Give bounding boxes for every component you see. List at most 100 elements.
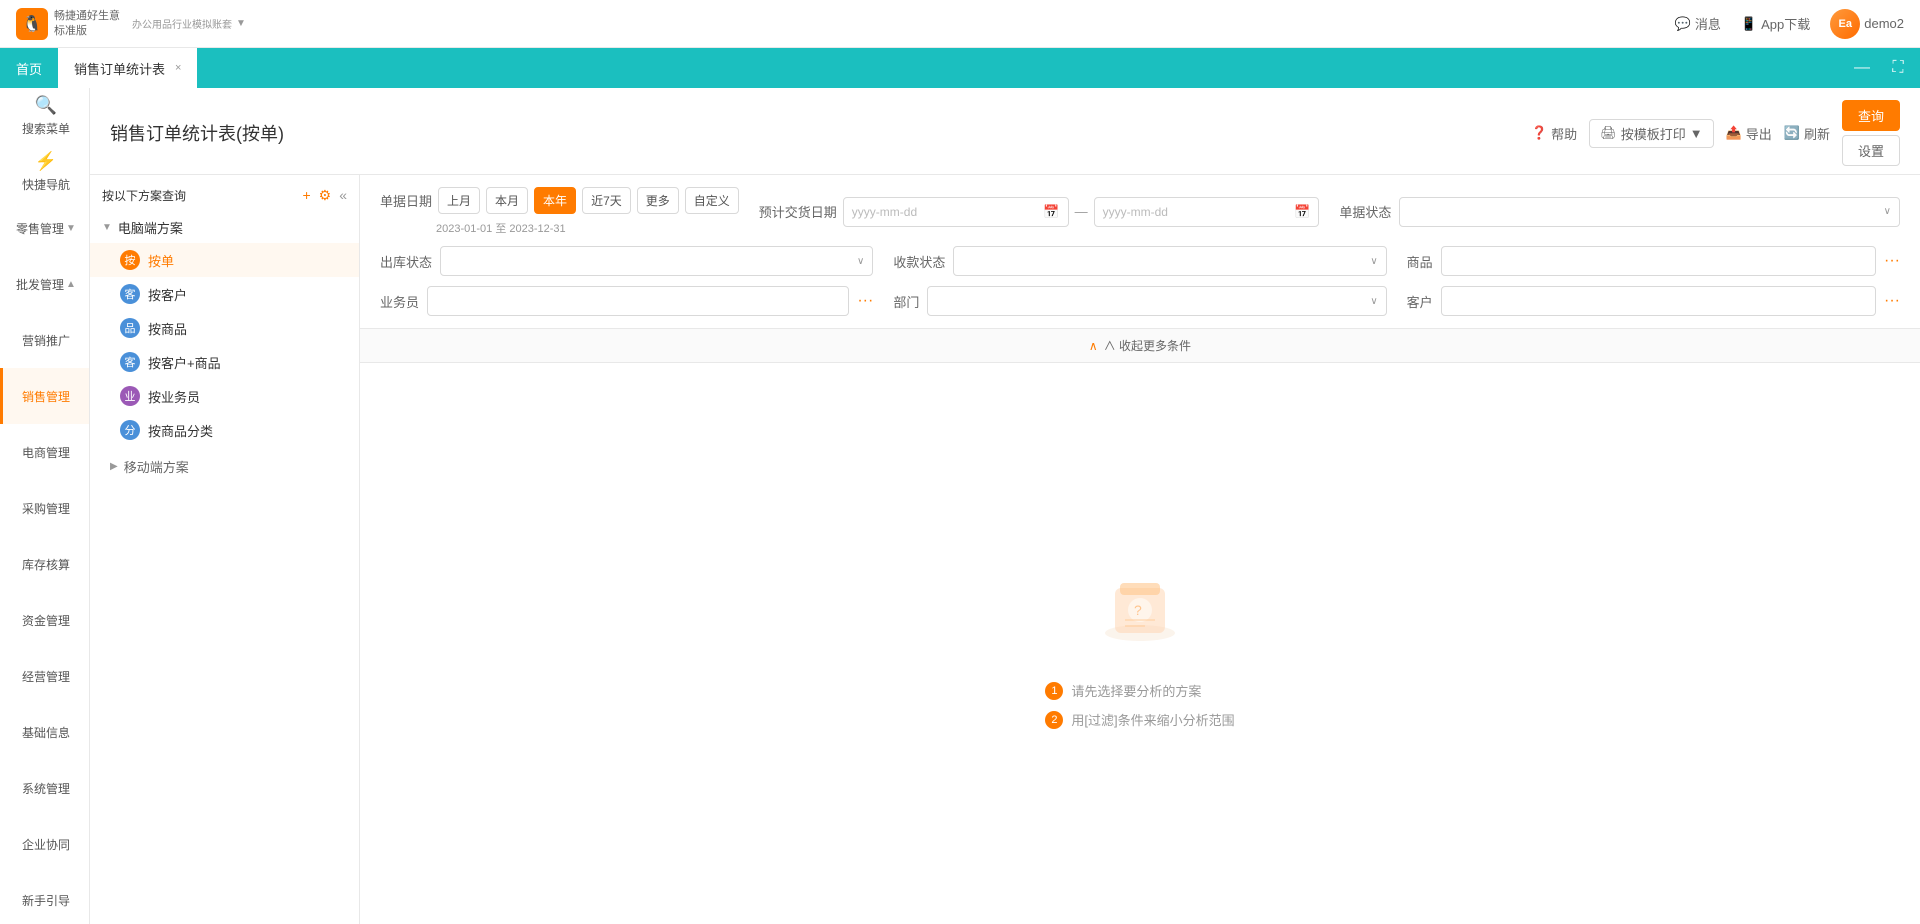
minimize-icon[interactable]: — xyxy=(1848,54,1876,82)
status-select[interactable]: ∨ xyxy=(1399,197,1900,227)
app-download-action[interactable]: 📱 App下载 xyxy=(1741,14,1810,33)
salesperson-input[interactable] xyxy=(427,286,849,316)
filter-row-3: 业务员 ··· 部门 ∨ 客户 xyxy=(380,286,1900,316)
delivery-arrow-icon: ∨ xyxy=(857,256,864,267)
export-action[interactable]: 📤 导出 xyxy=(1726,124,1772,143)
delivery-status-select[interactable]: ∨ xyxy=(440,246,873,276)
by-goods-category-icon: 分 xyxy=(120,420,140,440)
sidebar-item-sales[interactable]: 销售管理 xyxy=(0,368,89,424)
goods-ellipsis-icon[interactable]: ··· xyxy=(1884,252,1900,270)
filter-goods-group: 商品 ··· xyxy=(1407,246,1900,276)
sidebar-item-ecommerce[interactable]: 电商管理 xyxy=(0,424,89,480)
left-panel: 按以下方案查询 + ⚙ « ▼ 电脑端方案 按 按单 xyxy=(90,175,360,924)
sidebar-item-search-menu[interactable]: 🔍 搜索菜单 xyxy=(0,88,89,144)
filter-row-1: 单据日期 上月 本月 本年 近7天 更多 自定义 2023-01-01 至 20… xyxy=(380,187,1900,236)
tab-sales-order-stats[interactable]: 销售订单统计表 × xyxy=(58,48,197,88)
customer-input[interactable] xyxy=(1441,286,1876,316)
filter-receipt-group: 收款状态 ∨ xyxy=(893,246,1386,276)
logo-area: 🐧 畅捷通好生意 标准版 xyxy=(16,8,120,40)
quick-nav-icon: ⚡ xyxy=(35,151,57,172)
tab-home[interactable]: 首页 xyxy=(0,48,58,88)
mobile-scheme-section[interactable]: ▶ 移动端方案 xyxy=(90,451,359,482)
by-goods-icon: 品 xyxy=(120,318,140,338)
query-button[interactable]: 查询 xyxy=(1842,100,1900,131)
page-body: 按以下方案查询 + ⚙ « ▼ 电脑端方案 按 按单 xyxy=(90,175,1920,924)
date-btn-last-month[interactable]: 上月 xyxy=(438,187,480,214)
expected-date-start[interactable]: yyyy-mm-dd 📅 xyxy=(843,197,1069,227)
sidebar: 🔍 搜索菜单 ⚡ 快捷导航 零售管理 ▼ 批发管理 ▲ 营销推广 销售管理 电商… xyxy=(0,88,90,924)
scheme-item-by-goods[interactable]: 品 按商品 xyxy=(90,311,359,345)
scheme-item-by-salesperson[interactable]: 业 按业务员 xyxy=(90,379,359,413)
logo-icon: 🐧 xyxy=(16,8,48,40)
scheme-item-by-order[interactable]: 按 按单 xyxy=(90,243,359,277)
sidebar-item-quick-nav[interactable]: ⚡ 快捷导航 xyxy=(0,144,89,200)
nav-tabs-right: — ⛶ xyxy=(1848,54,1920,82)
message-action[interactable]: 💬 消息 xyxy=(1675,14,1721,33)
date-btn-more[interactable]: 更多 xyxy=(637,187,679,214)
desktop-section-arrow-icon: ▼ xyxy=(102,222,112,233)
avatar: Ea xyxy=(1830,9,1860,39)
filter-status-group: 单据状态 ∨ xyxy=(1339,197,1900,227)
panel-header-actions: + ⚙ « xyxy=(302,187,347,204)
by-salesperson-icon: 业 xyxy=(120,386,140,406)
filter-area: 单据日期 上月 本月 本年 近7天 更多 自定义 2023-01-01 至 20… xyxy=(360,175,1920,329)
empty-state: ? 1 请先选择要分析的方案 2 用[过滤]条件来缩小分析范围 xyxy=(360,363,1920,924)
maximize-icon[interactable]: ⛶ xyxy=(1884,54,1912,82)
refresh-action[interactable]: 🔄 刷新 xyxy=(1784,124,1830,143)
workspace-selector[interactable]: 办公用品行业模拟账套 ▼ xyxy=(132,16,246,31)
panel-collapse-icon[interactable]: « xyxy=(339,187,347,204)
nav-tabs-bar: 首页 销售订单统计表 × — ⛶ xyxy=(0,48,1920,88)
receipt-arrow-icon: ∨ xyxy=(1370,256,1377,267)
desktop-scheme-header[interactable]: ▼ 电脑端方案 xyxy=(90,212,359,243)
template-print-arrow-icon: ▼ xyxy=(1690,126,1703,141)
empty-tips: 1 请先选择要分析的方案 2 用[过滤]条件来缩小分析范围 xyxy=(1045,681,1234,729)
salesperson-ellipsis-icon[interactable]: ··· xyxy=(857,292,873,310)
help-action[interactable]: ❓ 帮助 xyxy=(1531,124,1577,143)
print-icon: 🖨 xyxy=(1600,125,1617,141)
date-btn-7days[interactable]: 近7天 xyxy=(582,187,631,214)
sidebar-item-basic[interactable]: 基础信息 xyxy=(0,704,89,760)
scheme-item-by-customer[interactable]: 客 按客户 xyxy=(90,277,359,311)
panel-add-icon[interactable]: + xyxy=(302,187,310,204)
template-print-button[interactable]: 🖨 按模板打印 ▼ xyxy=(1589,119,1713,148)
sidebar-item-retail[interactable]: 零售管理 ▼ xyxy=(0,200,89,256)
scheme-item-by-goods-category[interactable]: 分 按商品分类 xyxy=(90,413,359,447)
filter-department-group: 部门 ∨ xyxy=(893,286,1386,316)
filter-expected-date-group: 预计交货日期 yyyy-mm-dd 📅 — yyyy-mm-dd 📅 xyxy=(759,197,1320,227)
search-menu-icon: 🔍 xyxy=(35,95,57,116)
page-title: 销售订单统计表(按单) xyxy=(110,120,284,146)
sidebar-item-wholesale[interactable]: 批发管理 ▲ xyxy=(0,256,89,312)
sidebar-item-operations[interactable]: 经营管理 xyxy=(0,648,89,704)
tab-close-icon[interactable]: × xyxy=(175,62,181,74)
user-avatar-area[interactable]: Ea demo2 xyxy=(1830,9,1904,39)
sidebar-item-inventory[interactable]: 库存核算 xyxy=(0,536,89,592)
customer-ellipsis-icon[interactable]: ··· xyxy=(1884,292,1900,310)
receipt-status-select[interactable]: ∨ xyxy=(953,246,1386,276)
date-btn-custom[interactable]: 自定义 xyxy=(685,187,739,214)
header-left: 🐧 畅捷通好生意 标准版 办公用品行业模拟账套 ▼ xyxy=(16,8,246,40)
page-title-bar: 销售订单统计表(按单) ❓ 帮助 🖨 按模板打印 ▼ 📤 导出 🔄 刷新 xyxy=(90,88,1920,175)
sidebar-item-marketing[interactable]: 营销推广 xyxy=(0,312,89,368)
panel-settings-icon[interactable]: ⚙ xyxy=(319,187,332,204)
goods-input[interactable] xyxy=(1441,246,1876,276)
right-content: 单据日期 上月 本月 本年 近7天 更多 自定义 2023-01-01 至 20… xyxy=(360,175,1920,924)
collapse-bar[interactable]: ∧ ∧ 收起更多条件 xyxy=(360,329,1920,363)
empty-tip-1: 1 请先选择要分析的方案 xyxy=(1045,681,1234,700)
sidebar-item-system[interactable]: 系统管理 xyxy=(0,760,89,816)
sidebar-item-finance[interactable]: 资金管理 xyxy=(0,592,89,648)
date-btn-this-year[interactable]: 本年 xyxy=(534,187,576,214)
scheme-item-by-customer-goods[interactable]: 客 按客户+商品 xyxy=(90,345,359,379)
export-icon: 📤 xyxy=(1726,125,1742,141)
empty-illustration: ? xyxy=(1090,558,1190,658)
by-customer-goods-icon: 客 xyxy=(120,352,140,372)
settings-button[interactable]: 设置 xyxy=(1842,135,1900,166)
sidebar-item-newbie[interactable]: 新手引导 xyxy=(0,872,89,924)
sidebar-item-enterprise[interactable]: 企业协同 xyxy=(0,816,89,872)
panel-header: 按以下方案查询 + ⚙ « xyxy=(90,187,359,212)
help-icon: ❓ xyxy=(1531,125,1547,141)
sidebar-item-purchase[interactable]: 采购管理 xyxy=(0,480,89,536)
department-select[interactable]: ∨ xyxy=(927,286,1386,316)
date-btn-this-month[interactable]: 本月 xyxy=(486,187,528,214)
retail-arrow-icon: ▼ xyxy=(66,223,76,234)
expected-date-end[interactable]: yyyy-mm-dd 📅 xyxy=(1094,197,1320,227)
